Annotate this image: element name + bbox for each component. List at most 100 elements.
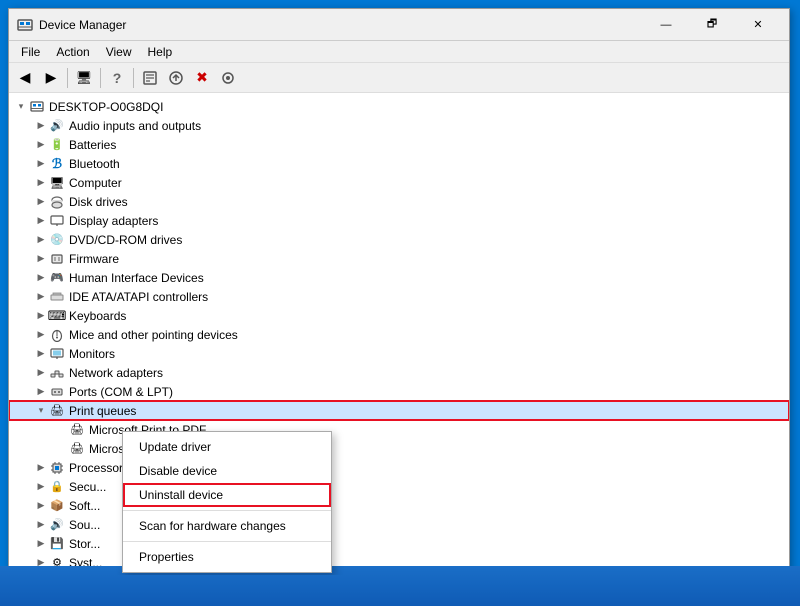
expand-network[interactable]: ▶ (33, 365, 49, 381)
tree-item-computer[interactable]: ▶ Computer (9, 173, 789, 192)
expand-monitors[interactable]: ▶ (33, 346, 49, 362)
monitors-icon (49, 346, 65, 362)
computer-button[interactable]: 🖥 (72, 66, 96, 90)
help-button[interactable]: ? (105, 66, 129, 90)
expand-hid[interactable]: ▶ (33, 270, 49, 286)
tree-root[interactable]: ▾ DESKTOP-O0G8DQI (9, 97, 789, 116)
tree-item-network[interactable]: ▶ Network adapters (9, 363, 789, 382)
expand-keyboards[interactable]: ▶ (33, 308, 49, 324)
update-driver-toolbar-button[interactable] (164, 66, 188, 90)
ide-label: IDE ATA/ATAPI controllers (69, 290, 208, 304)
menu-action[interactable]: Action (48, 43, 97, 61)
tree-item-keyboards[interactable]: ▶ Keyboards (9, 306, 789, 325)
expand-security[interactable]: ▶ (33, 479, 49, 495)
ide-icon (49, 289, 65, 305)
menu-view[interactable]: View (98, 43, 140, 61)
uninstall-toolbar-button[interactable]: ✖ (190, 66, 214, 90)
display-icon (49, 213, 65, 229)
disk-label: Disk drives (69, 195, 128, 209)
window-icon (17, 17, 33, 33)
mice-label: Mice and other pointing devices (69, 328, 238, 342)
tree-item-firmware[interactable]: ▶ Firmware (9, 249, 789, 268)
tree-item-display[interactable]: ▶ Display adapters (9, 211, 789, 230)
tree-item-print-queues[interactable]: ▾ 🖨 Print queues (9, 401, 789, 420)
context-uninstall-device[interactable]: Uninstall device (123, 483, 331, 507)
tree-item-mice[interactable]: ▶ Mice and other pointing devices (9, 325, 789, 344)
menu-file[interactable]: File (13, 43, 48, 61)
tree-item-batteries[interactable]: ▶ Batteries (9, 135, 789, 154)
context-separator (123, 510, 331, 511)
properties-button[interactable] (138, 66, 162, 90)
close-button[interactable]: ✕ (735, 9, 781, 41)
expand-software[interactable]: ▶ (33, 498, 49, 514)
content-area: ▾ DESKTOP-O0G8DQI ▶ Audio inputs and out… (9, 93, 789, 575)
print-child1-icon: 🖨 (69, 422, 85, 438)
menu-help[interactable]: Help (140, 43, 181, 61)
expand-computer[interactable]: ▶ (33, 175, 49, 191)
software-icon (49, 498, 65, 514)
toolbar: ◀ ▶ 🖥 ? ✖ (9, 63, 789, 93)
network-label: Network adapters (69, 366, 163, 380)
expand-mice[interactable]: ▶ (33, 327, 49, 343)
hid-icon: 🎮 (49, 270, 65, 286)
expand-disk[interactable]: ▶ (33, 194, 49, 210)
minimize-button[interactable]: — (643, 9, 689, 41)
expand-bluetooth[interactable]: ▶ (33, 156, 49, 172)
firmware-icon (49, 251, 65, 267)
software-label: Soft... (69, 499, 100, 513)
expand-batteries[interactable]: ▶ (33, 137, 49, 153)
print-icon: 🖨 (49, 403, 65, 419)
expand-ports[interactable]: ▶ (33, 384, 49, 400)
context-disable-device[interactable]: Disable device (123, 459, 331, 483)
restore-button[interactable]: 🗗 (689, 9, 735, 41)
expand-ide[interactable]: ▶ (33, 289, 49, 305)
keyboard-icon (49, 308, 65, 324)
expand-processors[interactable]: ▶ (33, 460, 49, 476)
expand-root[interactable]: ▾ (13, 99, 29, 115)
tree-item-ports[interactable]: ▶ Ports (COM & LPT) (9, 382, 789, 401)
network-icon (49, 365, 65, 381)
scan-toolbar-button[interactable] (216, 66, 240, 90)
hid-label: Human Interface Devices (69, 271, 204, 285)
taskbar (0, 566, 800, 606)
expand-storage[interactable]: ▶ (33, 536, 49, 552)
processors-label: Processors (69, 461, 129, 475)
context-update-driver[interactable]: Update driver (123, 435, 331, 459)
print-child2-icon: 🖨 (69, 441, 85, 457)
titlebar-buttons: — 🗗 ✕ (643, 9, 781, 41)
audio-icon (49, 118, 65, 134)
dvd-icon (49, 232, 65, 248)
expand-dvd[interactable]: ▶ (33, 232, 49, 248)
security-label: Secu... (69, 480, 106, 494)
tree-item-bluetooth[interactable]: ▶ ℬ Bluetooth (9, 154, 789, 173)
batteries-label: Batteries (69, 138, 116, 152)
tree-item-disk[interactable]: ▶ Disk drives (9, 192, 789, 211)
ports-icon (49, 384, 65, 400)
mice-icon (49, 327, 65, 343)
audio-label: Audio inputs and outputs (69, 119, 201, 133)
forward-button[interactable]: ▶ (39, 66, 63, 90)
expand-audio[interactable]: ▶ (33, 118, 49, 134)
dvd-label: DVD/CD-ROM drives (69, 233, 182, 247)
tree-item-ide[interactable]: ▶ IDE ATA/ATAPI controllers (9, 287, 789, 306)
sound-icon (49, 517, 65, 533)
keyboards-label: Keyboards (69, 309, 126, 323)
context-separator-2 (123, 541, 331, 542)
tree-item-hid[interactable]: ▶ 🎮 Human Interface Devices (9, 268, 789, 287)
tree-item-dvd[interactable]: ▶ DVD/CD-ROM drives (9, 230, 789, 249)
processors-icon (49, 460, 65, 476)
firmware-label: Firmware (69, 252, 119, 266)
ports-label: Ports (COM & LPT) (69, 385, 173, 399)
monitors-label: Monitors (69, 347, 115, 361)
expand-firmware[interactable]: ▶ (33, 251, 49, 267)
tree-item-audio[interactable]: ▶ Audio inputs and outputs (9, 116, 789, 135)
root-label: DESKTOP-O0G8DQI (49, 100, 163, 114)
tree-item-monitors[interactable]: ▶ Monitors (9, 344, 789, 363)
back-button[interactable]: ◀ (13, 66, 37, 90)
expand-print[interactable]: ▾ (33, 403, 49, 419)
display-label: Display adapters (69, 214, 158, 228)
context-scan-hardware[interactable]: Scan for hardware changes (123, 514, 331, 538)
expand-sound[interactable]: ▶ (33, 517, 49, 533)
context-properties[interactable]: Properties (123, 545, 331, 569)
expand-display[interactable]: ▶ (33, 213, 49, 229)
